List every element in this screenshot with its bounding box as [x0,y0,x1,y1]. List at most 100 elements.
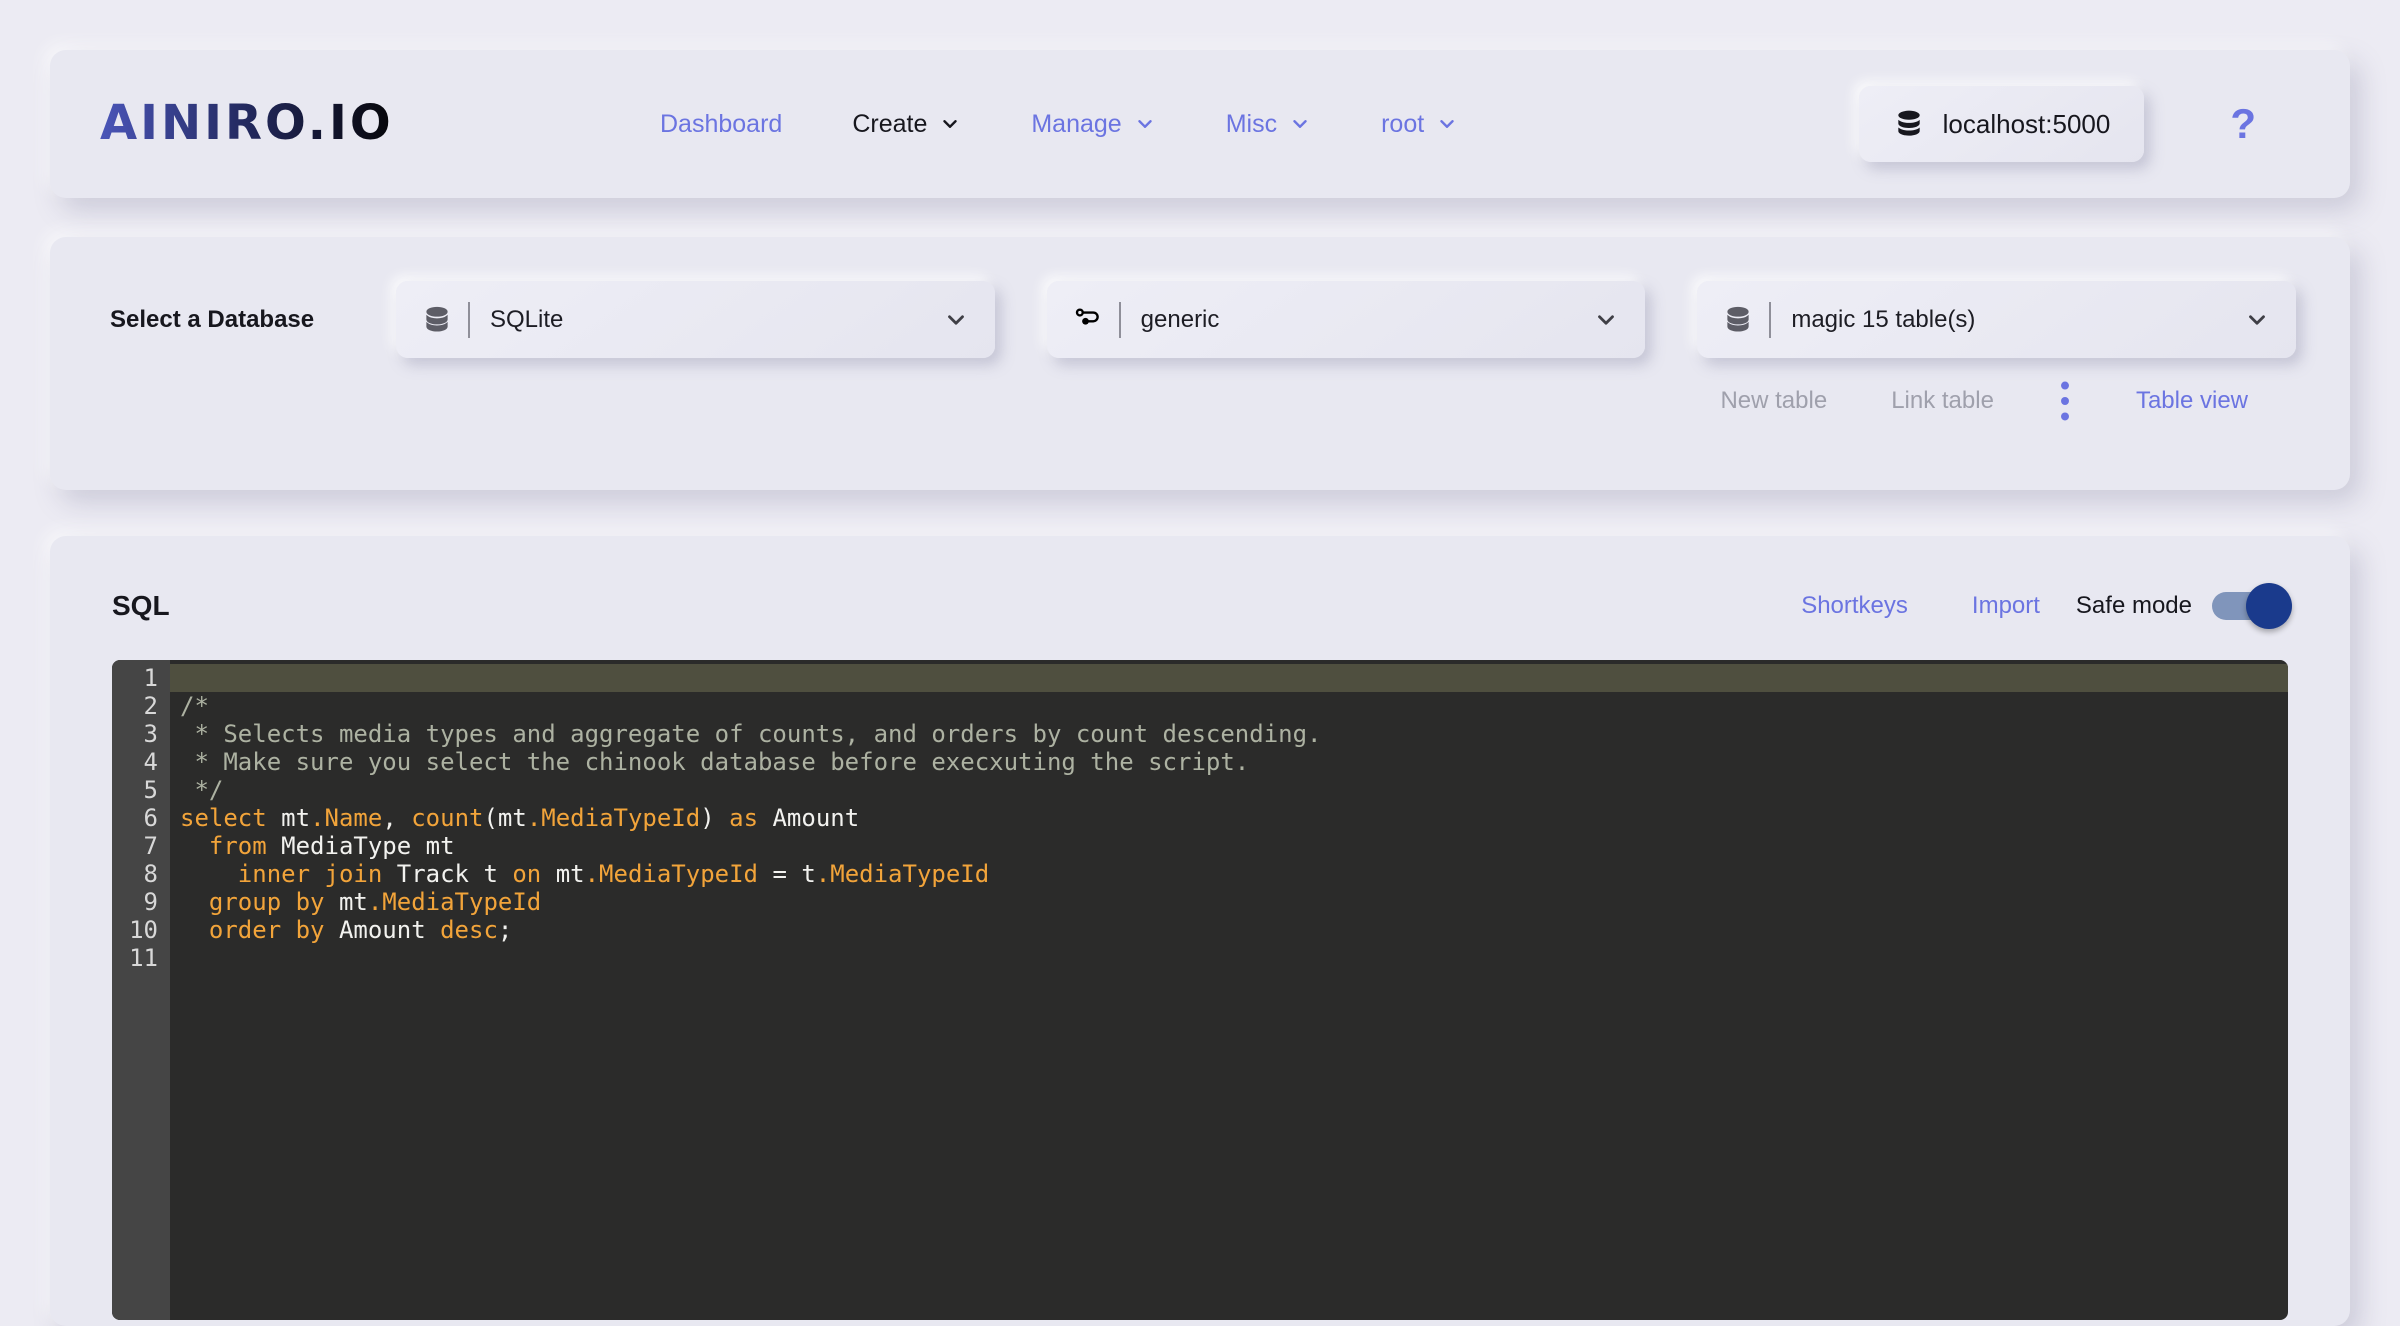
select-database-label: Select a Database [110,305,315,333]
editor-gutter: 1 2 3 4 5 6 7 8 9 10 11 [112,660,170,1320]
sql-comment-token: */ [180,776,224,804]
sql-text-token [180,860,238,888]
sql-keyword-token: from [208,832,267,860]
code-line[interactable] [170,664,2288,692]
backend-url-label: localhost:5000 [1942,108,2111,139]
chevron-down-icon [1289,113,1311,135]
code-line[interactable]: select mt.Name, count(mt.MediaTypeId) as… [170,804,2288,832]
chevron-down-icon [1134,113,1156,135]
select-value: magic 15 table(s) [1791,305,1976,333]
chevron-down-icon [1593,307,1619,333]
sql-text-token: mt [324,888,368,916]
table-actions: New table Link table Table view [110,380,2296,422]
line-number: 11 [129,944,158,972]
line-number: 2 [143,692,158,720]
editor-code-area[interactable]: /* * Selects media types and aggregate o… [170,660,2288,1320]
main-nav: Dashboard Create Manage Misc root [660,110,1458,139]
line-number: 4 [143,748,158,776]
help-button[interactable]: ? [2230,100,2256,148]
database-icon [1723,305,1753,335]
sql-text-token: ; [497,916,513,944]
action-link-table: Link table [1891,387,1994,414]
sql-keyword-token: count [411,804,484,832]
sql-keyword-token: .MediaTypeId [367,888,542,916]
sql-keyword-token: inner join [237,860,383,888]
sql-title: SQL [112,590,170,621]
kebab-icon[interactable] [2058,380,2072,422]
import-link[interactable]: Import [1972,592,2040,620]
route-icon [1073,305,1103,335]
chevron-down-icon [943,307,969,333]
sql-comment-token: /* [180,692,209,720]
database-icon [422,305,452,335]
code-line[interactable]: order by Amount desc; [170,916,2288,944]
ainiro-logo[interactable]: AINIRO.IO [100,91,450,158]
chevron-down-icon [939,113,961,135]
chevron-down-icon [2244,307,2270,333]
line-number: 1 [143,664,158,692]
sql-text-token: ) [700,804,730,832]
sql-comment-token: * Make sure you select the chinook datab… [180,748,1250,776]
sql-text-token: , [382,804,412,832]
nav-item-create[interactable]: Create [852,110,961,139]
nav-item-misc[interactable]: Misc [1226,110,1311,139]
select-database[interactable]: magic 15 table(s) [1697,281,2297,358]
safe-mode-toggle[interactable] [2212,583,2292,629]
header-bar: AINIRO.IO Dashboard Create Manage Misc root … [50,50,2350,198]
sql-card: SQL Shortkeys Import Safe mode 123456789… [50,536,2350,1326]
sql-text-token [180,888,209,916]
line-number: 8 [143,860,158,888]
sql-keyword-token: .MediaTypeId [584,860,758,888]
nav-item-manage[interactable]: Manage [1031,110,1155,139]
line-number: 10 [129,916,158,944]
code-line[interactable]: inner join Track t on mt.MediaTypeId = t… [170,860,2288,888]
line-number: 6 [143,804,158,832]
sql-keyword-token: .Name [310,804,383,832]
nav-item-label: Dashboard [660,109,783,138]
line-number: 3 [143,720,158,748]
sql-keyword-token: on [512,860,542,888]
sql-text-token: MediaType mt [266,832,455,860]
code-line[interactable]: */ [170,776,2288,804]
backend-url-button[interactable]: localhost:5000 [1858,86,2145,162]
code-line[interactable] [170,944,2288,972]
sql-keyword-token: group by [208,888,325,916]
sql-code-editor[interactable]: 1 2 3 4 5 6 7 8 9 10 11 /* * Selects media types a… [112,660,2288,1320]
select-database-card: Select a Database SQLite generic magic 15 … [50,237,2350,490]
line-number: 7 [143,832,158,860]
database-selects: SQLite generic magic 15 table(s) [396,281,2297,358]
code-line[interactable]: * Selects media types and aggregate of c… [170,720,2288,748]
select-divider [468,301,470,338]
code-line[interactable]: from MediaType mt [170,832,2288,860]
sql-text-token: mt [541,860,585,888]
shortkeys-link[interactable]: Shortkeys [1801,592,1908,620]
select-connection-string[interactable]: generic [1046,281,1646,358]
sql-text-token: (mt [483,804,527,832]
sql-keyword-token: .MediaTypeId [815,860,990,888]
sql-text-token: Amount [324,916,441,944]
sql-keyword-token: as [729,804,759,832]
code-line[interactable]: /* [170,692,2288,720]
sql-text-token: Track t [382,860,513,888]
sql-header: SQL Shortkeys Import Safe mode [112,583,2292,629]
sql-text-token: = t [758,860,816,888]
action-table-view[interactable]: Table view [2136,387,2248,415]
line-number: 5 [143,776,158,804]
action-new-table: New table [1720,387,1828,414]
code-line[interactable]: group by mt.MediaTypeId [170,888,2288,916]
line-number: 9 [143,888,158,916]
sql-text-token: mt [266,804,311,832]
sql-keyword-token: desc [440,916,498,944]
nav-item-root[interactable]: root [1381,110,1458,139]
logo-text: AINIRO.IO [100,95,394,151]
nav-item-label: root [1381,109,1425,138]
select-database-type[interactable]: SQLite [396,281,995,358]
chevron-down-icon [1436,113,1458,135]
code-line[interactable]: * Make sure you select the chinook datab… [170,748,2288,776]
sql-text-token: Amount [758,804,860,832]
select-value: SQLite [490,305,564,333]
sql-text-token [180,832,209,860]
nav-item-dashboard[interactable]: Dashboard [660,110,782,139]
select-value: generic [1140,305,1220,333]
database-select-row: Select a Database SQLite generic magic 15 … [110,281,2297,358]
